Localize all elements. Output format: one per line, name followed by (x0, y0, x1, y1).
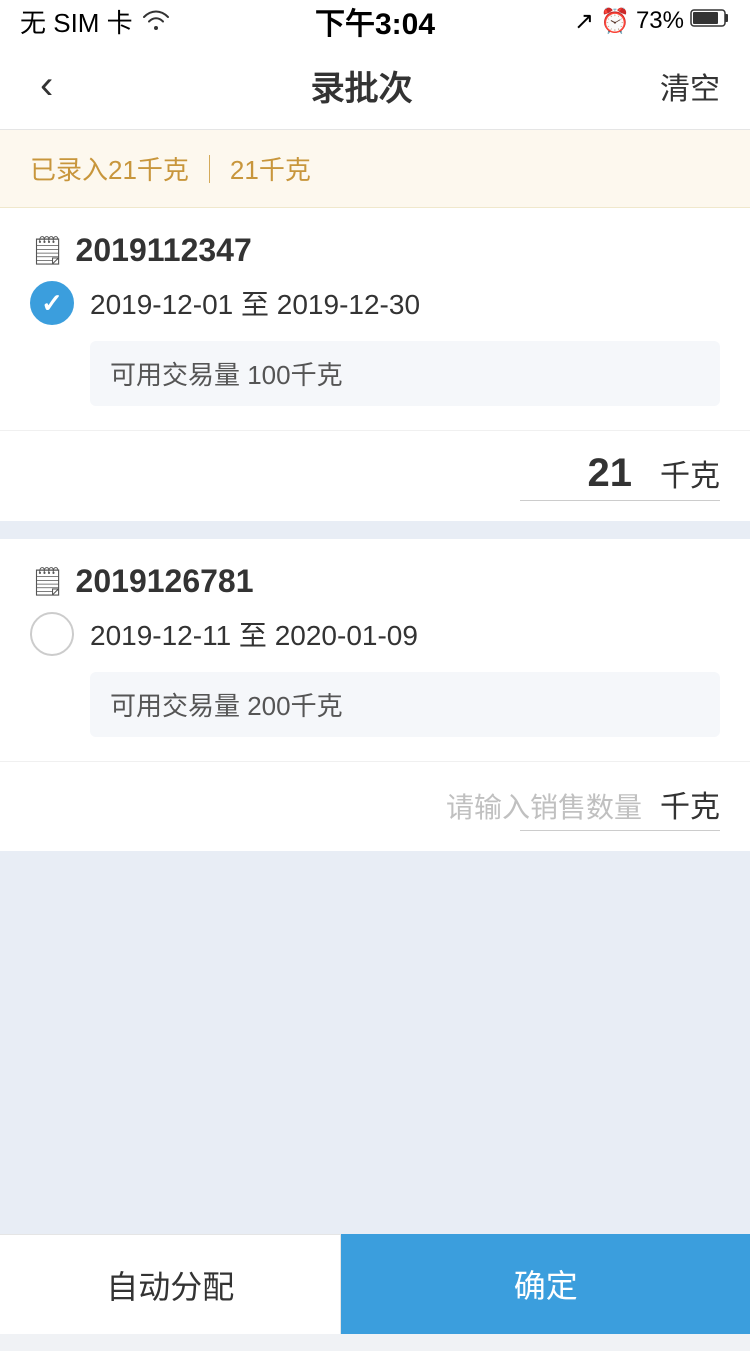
auto-distribute-button[interactable]: 自动分配 (0, 1234, 341, 1334)
info-banner: 已录入21千克 21千克 (0, 130, 750, 208)
batch2-availability: 可用交易量 200千克 (90, 672, 720, 737)
no-sim-text: 无 SIM 卡 (20, 3, 133, 40)
batch1-quantity-row: 21 千克 (0, 430, 750, 521)
batch2-header: 🗒 2019126781 (30, 563, 720, 600)
location-icon: ↗ (574, 7, 594, 36)
status-bar: 无 SIM 卡 下午3:04 ↗ ⏰ 73% (0, 0, 750, 42)
batch2-date: 2019-12-11 至 2020-01-09 (90, 614, 418, 654)
confirm-button[interactable]: 确定 (341, 1234, 750, 1334)
batch-item-1: 🗒 2019112347 2019-12-01 至 2019-12-30 可用交… (0, 208, 750, 521)
batch2-quantity-row: 千克 (0, 761, 750, 851)
wifi-icon (141, 6, 171, 37)
batch1-quantity-value: 21 (588, 451, 633, 496)
nav-bar: ‹ 录批次 清空 (0, 42, 750, 130)
batch1-date: 2019-12-01 至 2019-12-30 (90, 283, 420, 323)
batch2-quantity-input[interactable] (442, 784, 642, 826)
battery-percent: 73% (636, 7, 684, 35)
batch2-radio[interactable] (30, 612, 74, 656)
info-amount: 21千克 (230, 150, 311, 187)
status-time: 下午3:04 (315, 0, 435, 43)
batch1-availability: 可用交易量 100千克 (90, 341, 720, 406)
batch1-date-row: 2019-12-01 至 2019-12-30 (30, 281, 720, 325)
status-right: ↗ ⏰ 73% (574, 7, 730, 36)
batch1-header: 🗒 2019112347 (30, 232, 720, 269)
bottom-bar: 自动分配 确定 (0, 1234, 750, 1334)
batch2-date-row: 2019-12-11 至 2020-01-09 (30, 612, 720, 656)
batch-item-2: 🗒 2019126781 2019-12-11 至 2020-01-09 可用交… (0, 539, 750, 851)
batch2-quantity-underline (520, 830, 720, 831)
batch1-id: 2019112347 (76, 232, 252, 269)
status-left: 无 SIM 卡 (20, 3, 171, 40)
back-button[interactable]: ‹ (30, 53, 63, 118)
batch1-quantity-unit: 千克 (660, 451, 720, 495)
batch1-quantity-wrap: 21 千克 (520, 451, 720, 501)
empty-space (0, 851, 750, 1251)
batch2-quantity-unit: 千克 (660, 782, 720, 826)
clear-button[interactable]: 清空 (660, 64, 720, 108)
batch-divider (0, 521, 750, 539)
page-title: 录批次 (311, 61, 413, 110)
batch1-radio[interactable] (30, 281, 74, 325)
batch1-icon: 🗒 (30, 234, 66, 267)
batch2-icon: 🗒 (30, 565, 66, 598)
alarm-icon: ⏰ (600, 7, 630, 36)
recorded-label: 已录入21千克 (30, 150, 189, 187)
info-divider (209, 155, 210, 183)
batch2-id: 2019126781 (76, 563, 254, 600)
batch2-quantity-wrap: 千克 (442, 782, 720, 831)
battery-icon (690, 7, 730, 35)
batch1-quantity-underline (520, 500, 720, 501)
